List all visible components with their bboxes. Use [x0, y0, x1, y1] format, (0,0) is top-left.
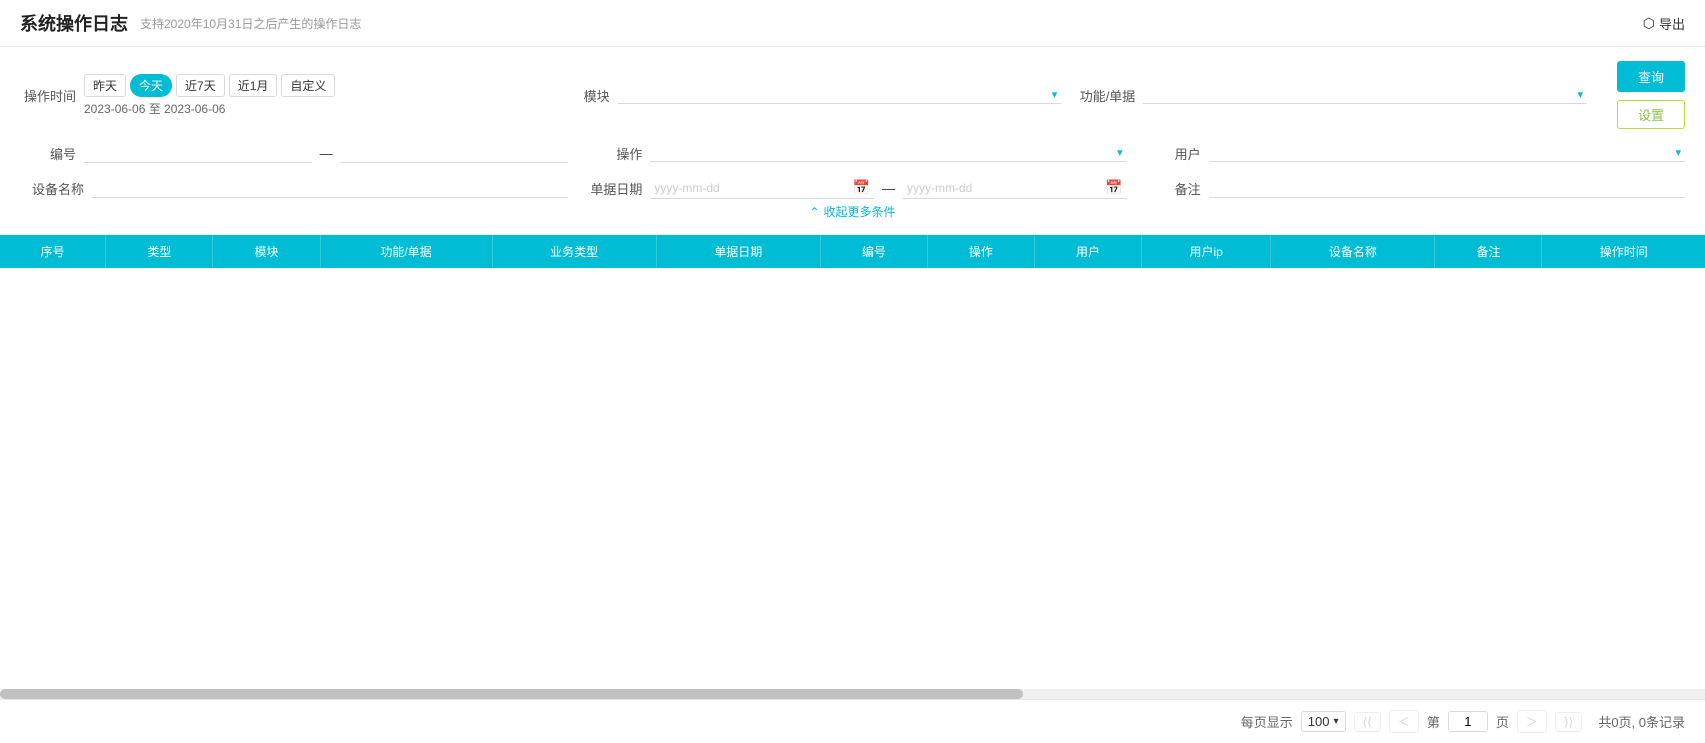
first-page-button[interactable]: ⟨⟨	[1354, 712, 1381, 732]
time-label: 操作时间	[20, 86, 76, 105]
date-start-field: 📅	[650, 177, 874, 199]
device-label: 设备名称	[20, 179, 84, 198]
time-btn-yesterday[interactable]: 昨天	[84, 74, 126, 97]
page-label: 第	[1427, 712, 1440, 731]
device-filter-group: 设备名称	[20, 178, 568, 198]
module-label: 模块	[546, 86, 610, 105]
time-range-display: 2023-06-06 至 2023-06-06	[84, 100, 335, 117]
col-doc-date: 单据日期	[656, 235, 820, 268]
date-end-input[interactable]	[907, 181, 1105, 195]
col-feature: 功能/单据	[320, 235, 492, 268]
scroll-thumb[interactable]	[0, 689, 1023, 699]
horizontal-scrollbar[interactable]	[0, 689, 1705, 699]
collapse-button[interactable]: ⌃ 收起更多条件	[809, 203, 895, 220]
col-operation: 操作	[927, 235, 1034, 268]
calendar-start-icon[interactable]: 📅	[853, 179, 870, 196]
operation-filter-group: 操作 ▾	[578, 144, 1126, 163]
device-input[interactable]	[92, 178, 568, 198]
per-page-select[interactable]: 100 ▾	[1301, 711, 1346, 732]
col-op-time: 操作时间	[1542, 235, 1705, 268]
per-page-value: 100	[1308, 714, 1330, 729]
docdate-label: 单据日期	[578, 179, 642, 198]
table-body	[0, 268, 1705, 618]
time-btn-7days[interactable]: 近7天	[176, 74, 225, 97]
page-title: 系统操作日志	[20, 10, 128, 36]
col-user: 用户	[1034, 235, 1141, 268]
number-filter-group: 编号 —	[20, 143, 568, 163]
date-range-group: 📅 — 📅	[650, 177, 1126, 199]
last-page-button[interactable]: ⟩⟩	[1555, 712, 1582, 732]
export-button[interactable]: ⬡ 导出	[1643, 14, 1685, 33]
query-button[interactable]: 查询	[1617, 61, 1685, 92]
col-device: 设备名称	[1271, 235, 1435, 268]
time-btn-today[interactable]: 今天	[130, 74, 172, 97]
col-type: 类型	[106, 235, 213, 268]
page-input[interactable]	[1448, 711, 1488, 732]
next-page-button[interactable]: ＞	[1517, 710, 1547, 733]
settings-button[interactable]: 设置	[1617, 100, 1685, 129]
filter-area: 操作时间 昨天 今天 近7天 近1月 自定义 2023-06-06 至 2023…	[0, 47, 1705, 235]
collapse-row: ⌃ 收起更多条件	[20, 203, 1685, 224]
page-header: 系统操作日志 支持2020年10月31日之后产生的操作日志 ⬡ 导出	[0, 0, 1705, 47]
per-page-label: 每页显示	[1241, 712, 1293, 731]
module-chevron-icon: ▾	[1052, 88, 1058, 101]
export-label: 导出	[1659, 14, 1685, 33]
time-btn-custom[interactable]: 自定义	[281, 74, 335, 97]
filter-row-1: 操作时间 昨天 今天 近7天 近1月 自定义 2023-06-06 至 2023…	[20, 61, 1685, 129]
collapse-label: 收起更多条件	[824, 203, 896, 220]
feature-chevron-icon: ▾	[1577, 88, 1583, 101]
col-index: 序号	[0, 235, 106, 268]
calendar-end-icon[interactable]: 📅	[1105, 179, 1122, 196]
feature-filter-group: 功能/单据 ▾	[1071, 86, 1587, 105]
table-header: 序号 类型 模块 功能/单据 业务类型 单据日期 编号 操作 用户 用户ip 设…	[0, 235, 1705, 268]
col-module: 模块	[213, 235, 320, 268]
col-user-ip: 用户ip	[1142, 235, 1271, 268]
table-header-row: 序号 类型 模块 功能/单据 业务类型 单据日期 编号 操作 用户 用户ip 设…	[0, 235, 1705, 268]
docdate-filter-group: 单据日期 📅 — 📅	[578, 177, 1126, 199]
number-input-end[interactable]	[341, 143, 569, 163]
number-input-start[interactable]	[84, 143, 312, 163]
col-biz-type: 业务类型	[492, 235, 656, 268]
filter-row-3: 设备名称 单据日期 📅 — 📅	[20, 177, 1685, 199]
date-start-input[interactable]	[654, 181, 852, 195]
module-filter-group: 模块 ▾	[546, 86, 1062, 105]
export-icon: ⬡	[1643, 15, 1655, 32]
operation-chevron-icon: ▾	[1117, 146, 1123, 159]
module-select[interactable]: ▾	[618, 86, 1062, 104]
page-unit: 页	[1496, 712, 1509, 731]
operation-select[interactable]: ▾	[650, 144, 1126, 162]
user-label: 用户	[1137, 144, 1201, 163]
page-subtitle: 支持2020年10月31日之后产生的操作日志	[140, 15, 361, 32]
number-label: 编号	[20, 144, 76, 163]
feature-label: 功能/单据	[1071, 86, 1135, 105]
table-area: 序号 类型 模块 功能/单据 业务类型 单据日期 编号 操作 用户 用户ip 设…	[0, 235, 1705, 689]
time-btn-1month[interactable]: 近1月	[229, 74, 278, 97]
header-left: 系统操作日志 支持2020年10月31日之后产生的操作日志	[20, 10, 361, 36]
col-remark: 备注	[1435, 235, 1542, 268]
per-page-chevron-icon: ▾	[1333, 716, 1338, 727]
pagination-bar: 每页显示 100 ▾ ⟨⟨ ＜ 第 页 ＞ ⟩⟩ 共0页, 0条记录	[0, 699, 1705, 743]
user-select[interactable]: ▾	[1209, 144, 1685, 162]
total-label: 共0页, 0条记录	[1598, 712, 1685, 731]
prev-page-button[interactable]: ＜	[1389, 710, 1419, 733]
date-end-field: 📅	[903, 177, 1127, 199]
operation-label: 操作	[578, 144, 642, 163]
collapse-chevron-icon: ⌃	[809, 205, 819, 219]
date-dash: —	[882, 181, 895, 196]
time-filter-cell: 昨天 今天 近7天 近1月 自定义 2023-06-06 至 2023-06-0…	[84, 74, 335, 117]
user-chevron-icon: ▾	[1675, 146, 1681, 159]
time-filter-group: 操作时间 昨天 今天 近7天 近1月 自定义 2023-06-06 至 2023…	[20, 74, 536, 117]
data-table: 序号 类型 模块 功能/单据 业务类型 单据日期 编号 操作 用户 用户ip 设…	[0, 235, 1705, 618]
user-filter-group: 用户 ▾	[1137, 144, 1685, 163]
feature-select[interactable]: ▾	[1143, 86, 1587, 104]
number-dash: —	[320, 146, 333, 161]
remark-label: 备注	[1137, 179, 1201, 198]
remark-filter-group: 备注	[1137, 178, 1685, 198]
action-buttons: 查询 设置	[1617, 61, 1685, 129]
page-wrapper: 系统操作日志 支持2020年10月31日之后产生的操作日志 ⬡ 导出 操作时间 …	[0, 0, 1705, 743]
remark-input[interactable]	[1209, 178, 1685, 198]
time-buttons: 昨天 今天 近7天 近1月 自定义	[84, 74, 335, 97]
col-number: 编号	[820, 235, 927, 268]
filter-row-2: 编号 — 操作 ▾ 用户 ▾	[20, 143, 1685, 163]
